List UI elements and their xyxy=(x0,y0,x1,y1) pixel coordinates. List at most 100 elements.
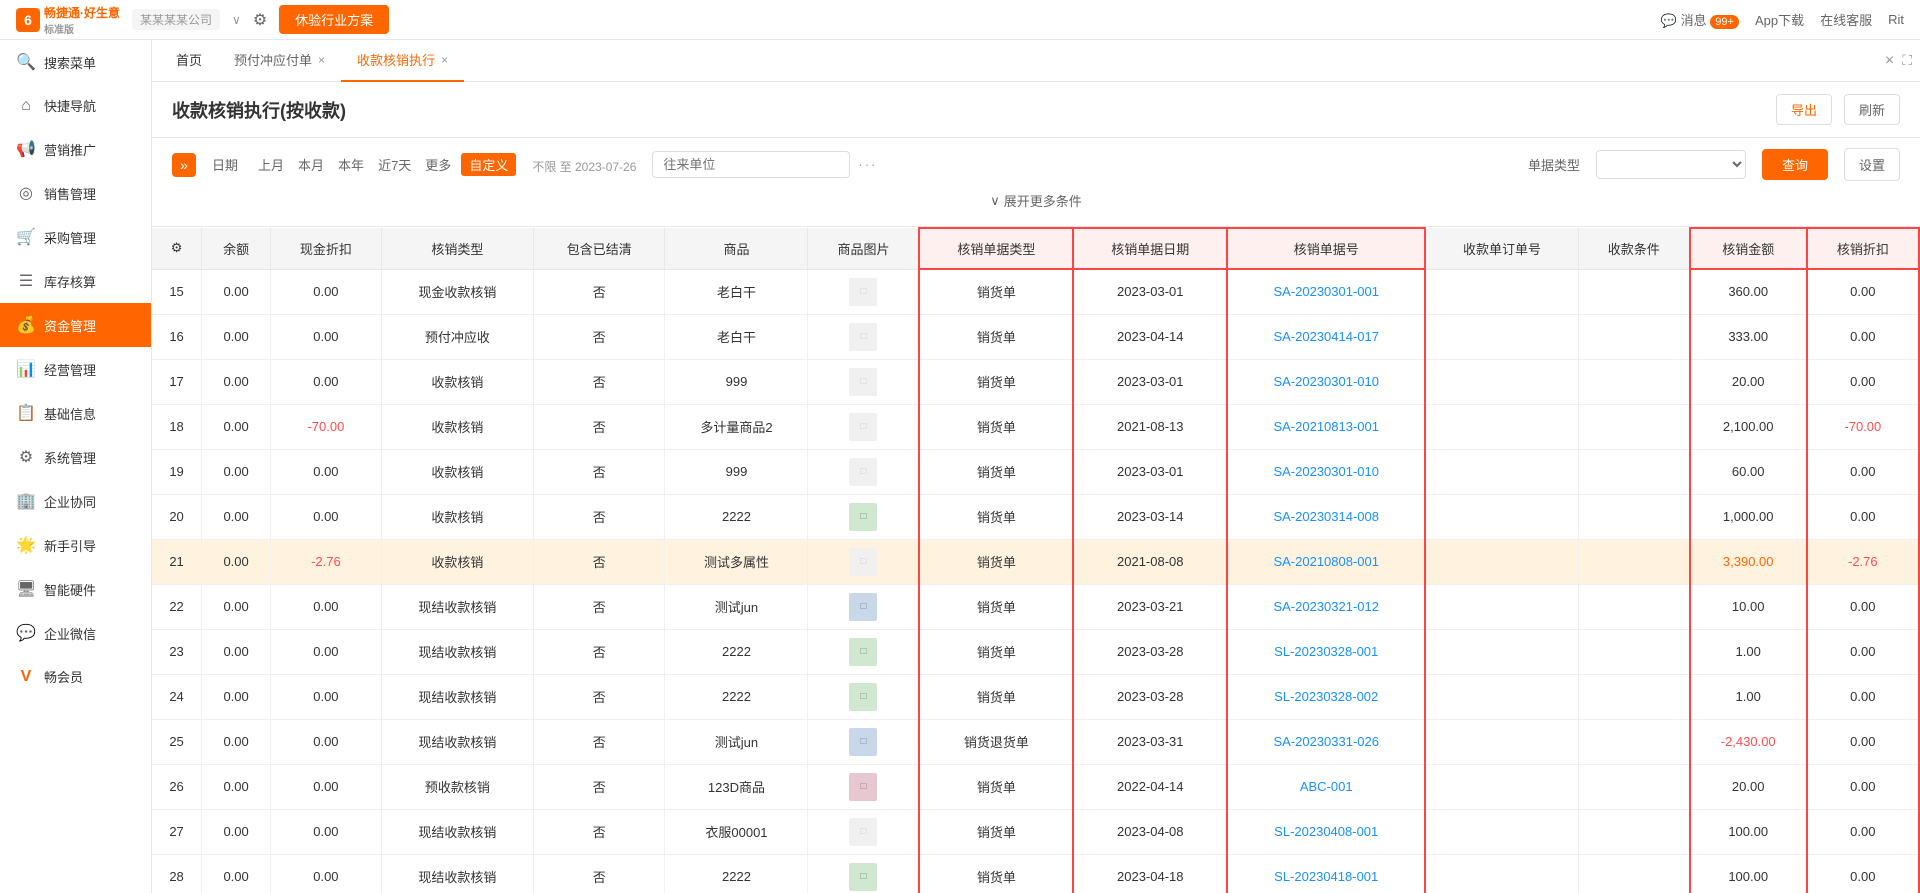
export-btn[interactable]: 导出 xyxy=(1776,94,1832,125)
bill-no-link[interactable]: SA-20230314-008 xyxy=(1273,509,1379,524)
sidebar-label-purchase: 采购管理 xyxy=(44,228,96,247)
sidebar-item-system[interactable]: ⚙ 系统管理 xyxy=(0,435,151,479)
writeoff-amount-cell: -2,430.00 xyxy=(1690,719,1807,764)
row-number: 22 xyxy=(152,584,202,629)
writeoff-discount-cell: 0.00 xyxy=(1807,809,1919,854)
system-icon: ⚙ xyxy=(16,447,36,467)
guide-icon: 🌟 xyxy=(16,535,36,555)
tab-prepay-close[interactable]: × xyxy=(318,53,325,67)
date-btn-lastmonth[interactable]: 上月 xyxy=(254,153,288,176)
product-img-cell: □ xyxy=(808,764,919,809)
tab-close-all-icon[interactable]: × xyxy=(1885,52,1894,70)
tab-home[interactable]: 首页 xyxy=(160,40,218,82)
message-btn[interactable]: 💬 消息 99+ xyxy=(1661,10,1739,29)
counterparty-input[interactable] xyxy=(652,151,850,178)
expand-more-btn[interactable]: ∨ 展开更多条件 xyxy=(172,185,1900,216)
bill-no-link[interactable]: SA-20210808-001 xyxy=(1273,554,1379,569)
tab-collection-close[interactable]: × xyxy=(441,53,448,67)
collection-condition-cell xyxy=(1578,584,1689,629)
settings-icon[interactable]: ⚙ xyxy=(253,10,267,30)
tab-expand-icon[interactable]: ⛶ xyxy=(1902,52,1912,69)
sidebar-item-basicinfo[interactable]: 📋 基础信息 xyxy=(0,391,151,435)
bill-no-link[interactable]: SA-20230331-026 xyxy=(1273,734,1379,749)
sidebar-item-purchase[interactable]: 🛒 采购管理 xyxy=(0,215,151,259)
bill-date-cell: 2023-03-28 xyxy=(1073,674,1227,719)
bill-no-link[interactable]: ABC-001 xyxy=(1300,779,1353,794)
th-bill-date: 核销单据日期 xyxy=(1073,228,1227,269)
tab-prepay[interactable]: 预付冲应付单 × xyxy=(218,40,341,82)
date-btn-custom[interactable]: 自定义 xyxy=(461,153,516,176)
app-download-btn[interactable]: App下载 xyxy=(1755,10,1804,29)
chevron-down-icon: ∨ xyxy=(990,193,1000,209)
bill-no-link[interactable]: SL-20230328-002 xyxy=(1274,689,1378,704)
tab-collection[interactable]: 收款核销执行 × xyxy=(341,40,464,82)
th-writeoff-discount: 核销折扣 xyxy=(1807,228,1919,269)
sidebar-item-quicknav[interactable]: ⌂ 快捷导航 xyxy=(0,84,151,127)
collection-order-no-cell xyxy=(1425,854,1578,893)
bill-no-link[interactable]: SA-20230301-010 xyxy=(1273,374,1379,389)
sidebar-item-member[interactable]: V 畅会员 xyxy=(0,655,151,698)
writeoff-type-cell: 现结收款核销 xyxy=(381,719,533,764)
refresh-btn[interactable]: 刷新 xyxy=(1844,94,1900,125)
date-btn-more[interactable]: 更多 xyxy=(421,153,455,176)
sidebar-item-inventory[interactable]: ☰ 库存核算 xyxy=(0,259,151,303)
user-name[interactable]: Rit xyxy=(1888,12,1904,27)
bill-no-link[interactable]: SL-20230408-001 xyxy=(1274,824,1378,839)
bill-type-select[interactable] xyxy=(1596,150,1746,179)
bill-no-cell: SL-20230328-002 xyxy=(1227,674,1425,719)
product-img-cell: □ xyxy=(808,314,919,359)
counterparty-filter-group: ··· xyxy=(652,151,1512,178)
bill-no-link[interactable]: SA-20210813-001 xyxy=(1273,419,1379,434)
sidebar-item-enterprise[interactable]: 🏢 企业协同 xyxy=(0,479,151,523)
bill-no-cell: SA-20210808-001 xyxy=(1227,539,1425,584)
bill-no-link[interactable]: SA-20230414-017 xyxy=(1273,329,1379,344)
bill-no-link[interactable]: SA-20230321-012 xyxy=(1273,599,1379,614)
collection-order-no-cell xyxy=(1425,539,1578,584)
bill-no-link[interactable]: SL-20230418-001 xyxy=(1274,869,1378,884)
bill-no-cell: SA-20230331-026 xyxy=(1227,719,1425,764)
product-cell: 2222 xyxy=(665,674,808,719)
product-cell: 测试jun xyxy=(665,584,808,629)
sidebar-item-finance[interactable]: 💰 资金管理 xyxy=(0,303,151,347)
company-dropdown-btn[interactable]: ∨ xyxy=(232,13,241,27)
sidebar-item-wechat[interactable]: 💬 企业微信 xyxy=(0,611,151,655)
th-settings[interactable]: ⚙ xyxy=(152,228,202,269)
online-service-btn[interactable]: 在线客服 xyxy=(1820,10,1872,29)
collection-condition-cell xyxy=(1578,719,1689,764)
filter-settings-btn[interactable]: 设置 xyxy=(1844,148,1900,181)
sidebar-item-guide[interactable]: 🌟 新手引导 xyxy=(0,523,151,567)
query-btn[interactable]: 查询 xyxy=(1762,149,1828,180)
date-btn-thisyear[interactable]: 本年 xyxy=(334,153,368,176)
sidebar-item-sales[interactable]: ◎ 销售管理 xyxy=(0,171,151,215)
sidebar-item-hardware[interactable]: 🖥 智能硬件 xyxy=(0,567,151,611)
row-number: 26 xyxy=(152,764,202,809)
row-number: 25 xyxy=(152,719,202,764)
product-cell: 老白干 xyxy=(665,314,808,359)
bill-type-cell: 销货单 xyxy=(919,584,1073,629)
product-cell: 老白干 xyxy=(665,269,808,314)
date-btn-7days[interactable]: 近7天 xyxy=(374,153,415,176)
collection-order-no-cell xyxy=(1425,629,1578,674)
table-row: 200.000.00收款核销否2222□销货单2023-03-14SA-2023… xyxy=(152,494,1919,539)
sales-icon: ◎ xyxy=(16,183,36,203)
collection-condition-cell xyxy=(1578,539,1689,584)
solution-btn[interactable]: 休验行业方案 xyxy=(279,5,389,34)
bill-no-link[interactable]: SL-20230328-001 xyxy=(1274,644,1378,659)
bill-no-link[interactable]: SA-20230301-001 xyxy=(1273,284,1379,299)
include-settled-cell: 否 xyxy=(534,674,665,719)
bill-no-link[interactable]: SA-20230301-010 xyxy=(1273,464,1379,479)
date-btn-thismonth[interactable]: 本月 xyxy=(294,153,328,176)
tab-bar: 首页 预付冲应付单 × 收款核销执行 × × ⛶ xyxy=(152,40,1920,82)
sidebar-item-search[interactable]: 🔍 搜索菜单 xyxy=(0,40,151,84)
date-filter-label: 日期 xyxy=(212,155,238,174)
bill-no-cell: ABC-001 xyxy=(1227,764,1425,809)
bill-date-cell: 2023-03-21 xyxy=(1073,584,1227,629)
row-number: 19 xyxy=(152,449,202,494)
sidebar-item-operations[interactable]: 📊 经营管理 xyxy=(0,347,151,391)
sidebar-label-enterprise: 企业协同 xyxy=(44,492,96,511)
cash-discount-cell: 0.00 xyxy=(271,854,382,893)
product-cell: 123D商品 xyxy=(665,764,808,809)
balance-cell: 0.00 xyxy=(202,584,271,629)
filter-expand-btn[interactable]: » xyxy=(172,153,196,177)
sidebar-item-marketing[interactable]: 📢 营销推广 xyxy=(0,127,151,171)
